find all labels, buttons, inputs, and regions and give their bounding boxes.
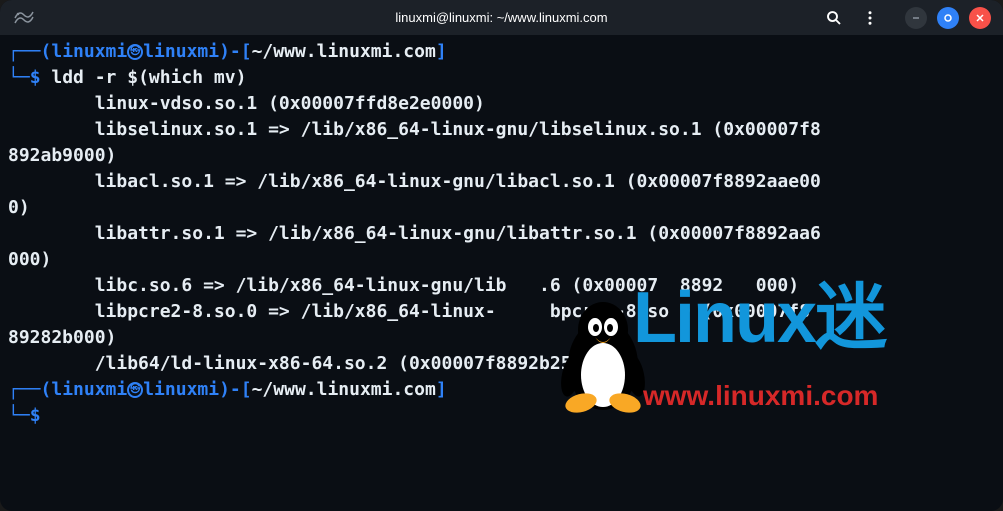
search-icon[interactable] [825, 9, 843, 27]
output-line: 89282b000) [8, 327, 116, 348]
prompt-decoration: )-[ [219, 379, 252, 400]
prompt-decoration: ] [436, 379, 447, 400]
prompt-decoration: └─ [8, 67, 30, 88]
watermark-url: www.linuxmi.com [643, 383, 878, 409]
prompt-decoration: ┌──( [8, 41, 51, 62]
maximize-button[interactable] [937, 7, 959, 29]
prompt-dollar: $ [30, 67, 41, 88]
output-line: libacl.so.1 => /lib/x86_64-linux-gnu/lib… [8, 171, 821, 192]
titlebar-right [825, 7, 991, 29]
at-icon: ㉿ [127, 44, 143, 60]
close-button[interactable] [969, 7, 991, 29]
terminal-content[interactable]: ┌──(linuxmi㉿linuxmi)-[~/www.linuxmi.com]… [0, 35, 1003, 511]
prompt-user: linuxmi [51, 41, 127, 62]
prompt-path: ~/www.linuxmi.com [252, 41, 436, 62]
output-line: libc.so.6 => /lib/x86_64-linux-gnu/lib .… [8, 275, 799, 296]
terminal-window: linuxmi@linuxmi: ~/www.linuxmi.com [0, 0, 1003, 511]
window-controls [905, 7, 991, 29]
menu-icon[interactable] [861, 9, 879, 27]
prompt-host: linuxmi [143, 379, 219, 400]
prompt-decoration: ] [436, 41, 447, 62]
app-icon [12, 6, 36, 30]
output-line: libpcre2-8.so.0 => /lib/x86_64-linux- bp… [8, 301, 810, 322]
minimize-button[interactable] [905, 7, 927, 29]
prompt-host: linuxmi [143, 41, 219, 62]
output-line: /lib64/ld-linux-x86-64.so.2 (0x00007f889… [8, 353, 615, 374]
prompt-path: ~/www.linuxmi.com [252, 379, 436, 400]
output-line: 000) [8, 249, 51, 270]
titlebar: linuxmi@linuxmi: ~/www.linuxmi.com [0, 0, 1003, 35]
output-line: linux-vdso.so.1 (0x00007ffd8e2e0000) [8, 93, 485, 114]
command-text: ldd -r $(which mv) [51, 67, 246, 88]
output-line: 0) [8, 197, 30, 218]
prompt-user: linuxmi [51, 379, 127, 400]
window-title: linuxmi@linuxmi: ~/www.linuxmi.com [395, 10, 607, 25]
at-icon: ㉿ [127, 382, 143, 398]
prompt-decoration: )-[ [219, 41, 252, 62]
prompt-dollar: $ [30, 405, 41, 426]
output-line: 892ab9000) [8, 145, 116, 166]
output-line: libselinux.so.1 => /lib/x86_64-linux-gnu… [8, 119, 821, 140]
output-line: libattr.so.1 => /lib/x86_64-linux-gnu/li… [8, 223, 821, 244]
prompt-decoration: ┌──( [8, 379, 51, 400]
prompt-decoration: └─ [8, 405, 30, 426]
watermark-suffix: 迷 [815, 278, 885, 358]
